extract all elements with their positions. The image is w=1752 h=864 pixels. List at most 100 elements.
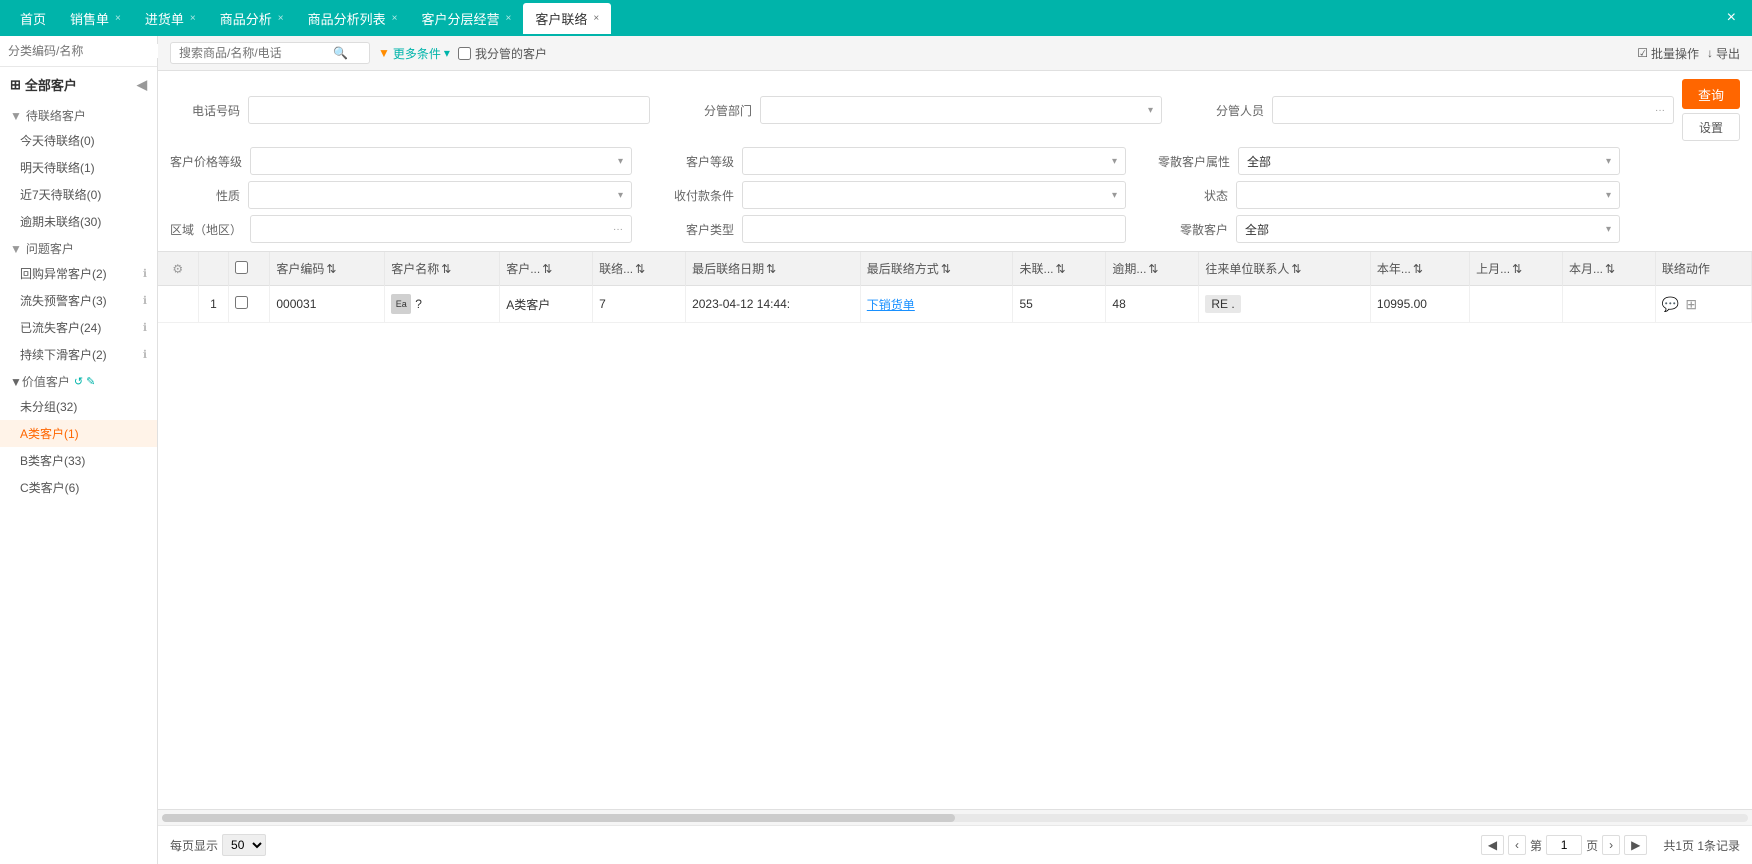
main-search-input[interactable] [179,46,329,60]
col-settings-gear[interactable]: ⚙ [172,262,183,276]
nav-tab-purchase[interactable]: 进货单 × [133,3,208,34]
toolbar: 🔍 ▼ 更多条件 ▾ 我分管的客户 ☑ 批量操作 ↓ 导出 [158,36,1752,71]
sidebar-collapse-icon[interactable]: ◀ [137,77,147,93]
phone-input[interactable] [248,96,650,124]
more-filter-btn[interactable]: ▼ 更多条件 ▾ [378,45,450,62]
query-button[interactable]: 查询 [1682,79,1740,109]
horizontal-scrollbar[interactable] [158,809,1752,825]
col-last-month[interactable]: 上月... ⇅ [1470,252,1563,286]
next-page-btn[interactable]: › [1602,835,1620,855]
sidebar-item-a-class[interactable]: A类客户(1) [0,420,157,447]
status-select[interactable]: ▾ [1236,181,1620,209]
col-unit-contact[interactable]: 往来单位联系人 ⇅ [1199,252,1371,286]
col-contact-count[interactable]: 联络... ⇅ [593,252,686,286]
sidebar-item-tomorrow-pending[interactable]: 明天待联络(1) [0,154,157,181]
first-page-btn[interactable]: ◀ [1481,835,1504,855]
nav-tab-analysis[interactable]: 商品分析 × [208,3,296,34]
col-this-year[interactable]: 本年... ⇅ [1370,252,1469,286]
row-last-month [1470,286,1563,323]
col-last-contact-method[interactable]: 最后联络方式 ⇅ [860,252,1013,286]
sidebar-item-overdue-pending[interactable]: 逾期未联络(30) [0,208,157,235]
close-customer-contact-tab[interactable]: × [593,13,599,24]
retail-attr-select[interactable]: 全部 ▾ [1238,147,1620,175]
nature-select[interactable]: ▾ [248,181,632,209]
close-analysis-list-tab[interactable]: × [392,13,398,24]
total-records-label: 共1页 1条记录 [1663,837,1740,854]
status-arrow: ▾ [1606,190,1611,201]
batch-operation-btn[interactable]: ☑ 批量操作 [1637,45,1699,62]
row-last-contact-method[interactable]: 下销货单 [860,286,1013,323]
dept-select[interactable]: ▾ [760,96,1162,124]
customer-type-select[interactable] [742,215,1126,243]
refresh-icon[interactable]: ↺ [74,375,83,388]
filter-row-1: 电话号码 分管部门 ▾ 分管人员 ··· [170,79,1740,141]
col-type[interactable]: 客户... ⇅ [500,252,593,286]
sort-icon-type: ⇅ [542,262,552,276]
sidebar-item-c-class[interactable]: C类客户(6) [0,474,157,501]
close-purchase-tab[interactable]: × [190,13,196,24]
region-more-icon: ··· [613,224,623,235]
col-last-contact-date[interactable]: 最后联络日期 ⇅ [686,252,861,286]
action-icons: 💬 ⊞ [1662,296,1745,313]
retail-select[interactable]: 全部 ▾ [1236,215,1620,243]
region-field: 区域（地区） ··· [170,215,632,243]
sidebar-all-customers[interactable]: ⊞ 全部客户 ◀ [0,67,157,102]
page-navigation: ◀ ‹ 第 页 › ▶ [1481,835,1648,855]
person-select[interactable]: ··· [1272,96,1674,124]
customer-level-select[interactable]: ▾ [742,147,1126,175]
sidebar-item-declining[interactable]: 持续下滑客户(2) ℹ [0,341,157,368]
col-this-month[interactable]: 本月... ⇅ [1563,252,1656,286]
customer-level-field: 客户等级 ▾ [664,147,1126,175]
sidebar-item-repurchase-abnormal[interactable]: 回购异常客户(2) ℹ [0,260,157,287]
close-customer-tier-tab[interactable]: × [505,13,511,24]
prev-page-btn[interactable]: ‹ [1508,835,1526,855]
nav-tab-analysis-list[interactable]: 商品分析列表 × [296,3,410,34]
sort-icon-method: ⇅ [941,262,951,276]
problem-arrow-icon: ▼ [10,242,22,256]
col-no-contact[interactable]: 未联... ⇅ [1013,252,1106,286]
sidebar-search-input[interactable] [8,44,163,58]
row-checkbox[interactable] [235,296,248,309]
price-level-field: 客户价格等级 ▾ [170,147,632,175]
scrollbar-thumb[interactable] [162,814,955,822]
nature-field: 性质 ▾ [170,181,632,209]
nav-tab-customer-tier[interactable]: 客户分层经营 × [409,3,523,34]
message-icon[interactable]: 💬 [1662,296,1679,313]
edit-icon[interactable]: ✎ [86,375,95,388]
last-page-btn[interactable]: ▶ [1624,835,1647,855]
grid-action-icon[interactable]: ⊞ [1685,296,1697,313]
row-checkbox-cell [229,286,270,323]
my-customer-checkbox-group[interactable]: 我分管的客户 [458,45,547,62]
col-code[interactable]: 客户编码 ⇅ [270,252,385,286]
col-name[interactable]: 客户名称 ⇅ [385,252,500,286]
page-number-input[interactable] [1546,835,1582,855]
sidebar-item-churn-warning[interactable]: 流失预警客户(3) ℹ [0,287,157,314]
batch-icon: ☑ [1637,46,1648,60]
sidebar-item-today-pending[interactable]: 今天待联络(0) [0,127,157,154]
settings-button[interactable]: 设置 [1682,113,1740,141]
sidebar-item-ungrouped[interactable]: 未分组(32) [0,393,157,420]
sidebar-item-7day-pending[interactable]: 近7天待联络(0) [0,181,157,208]
page-size-select[interactable]: 50 [222,834,266,856]
price-level-select[interactable]: ▾ [250,147,632,175]
payment-select[interactable]: ▾ [742,181,1126,209]
scrollbar-track[interactable] [162,814,1748,822]
price-level-arrow: ▾ [618,156,623,167]
region-select[interactable]: ··· [250,215,632,243]
close-analysis-tab[interactable]: × [278,13,284,24]
select-all-checkbox[interactable] [235,261,248,274]
nav-tab-sales[interactable]: 销售单 × [58,3,133,34]
row-name: Ea ? [385,286,500,323]
col-overdue[interactable]: 逾期... ⇅ [1106,252,1199,286]
row-type: A类客户 [500,286,593,323]
close-sales-tab[interactable]: × [115,13,121,24]
sidebar-item-churned[interactable]: 已流失客户(24) ℹ [0,314,157,341]
search-icon[interactable]: 🔍 [333,46,348,60]
my-customer-checkbox[interactable] [458,47,471,60]
nav-home[interactable]: 首页 [8,3,58,34]
nav-tab-customer-contact[interactable]: 客户联络 × [523,3,611,34]
sidebar-item-b-class[interactable]: B类客户(33) [0,447,157,474]
export-btn[interactable]: ↓ 导出 [1707,45,1740,62]
window-close-button[interactable]: × [1719,5,1744,31]
customer-level-arrow: ▾ [1112,156,1117,167]
